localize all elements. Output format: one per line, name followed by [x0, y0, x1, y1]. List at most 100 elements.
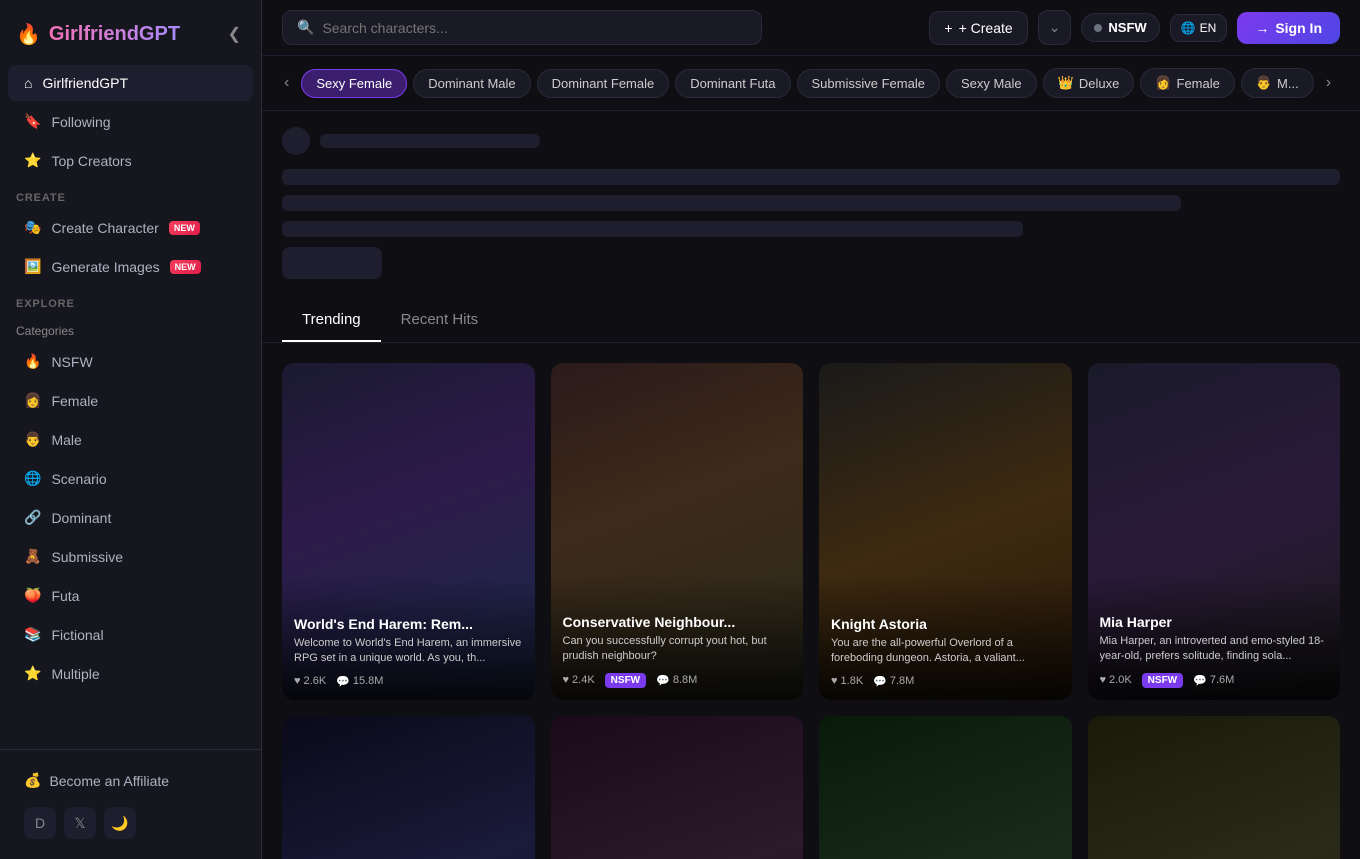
card-title-4: Mia Harper	[1100, 614, 1329, 630]
sidebar-create-character-label: Create Character	[51, 220, 158, 236]
tab-trending[interactable]: Trending	[282, 299, 381, 342]
card-world-end-harem[interactable]: World's End Harem: Rem... Welcome to Wor…	[282, 363, 535, 700]
moon-icon: 🌙	[111, 815, 128, 832]
card-7[interactable]: Forest Enchantress Deep in the ancient f…	[819, 716, 1072, 859]
sidebar-submissive-label: Submissive	[51, 549, 123, 565]
sign-in-label: Sign In	[1275, 20, 1322, 36]
sidebar-item-futa[interactable]: 🍑 Futa	[8, 577, 253, 614]
chat-icon-3: 💬	[873, 675, 887, 688]
female-tab-icon: 👩	[1155, 75, 1171, 91]
filter-tab-submissive-female[interactable]: Submissive Female	[797, 69, 940, 98]
sidebar-item-multiple[interactable]: ⭐ Multiple	[8, 655, 253, 692]
filter-prev-button[interactable]: ‹	[278, 70, 295, 96]
logo-icon: 🔥	[16, 22, 41, 47]
discord-button[interactable]: D	[24, 807, 56, 839]
card-image-6	[551, 716, 804, 859]
theme-toggle-button[interactable]: 🌙	[104, 807, 136, 839]
dominant-male-label: Dominant Male	[428, 76, 515, 91]
heart-icon-1: ♥	[294, 675, 301, 687]
chat-icon-1: 💬	[336, 675, 350, 688]
generate-images-icon: 🖼️	[24, 258, 41, 275]
card-desc-4: Mia Harper, an introverted and emo-style…	[1100, 634, 1329, 665]
sidebar-fictional-label: Fictional	[51, 627, 103, 643]
plus-icon: +	[944, 20, 952, 36]
filter-tab-deluxe[interactable]: 👑 Deluxe	[1043, 68, 1135, 98]
sidebar-nsfw-label: NSFW	[51, 354, 92, 370]
twitter-icon: 𝕏	[74, 815, 85, 832]
filter-tab-dominant-female[interactable]: Dominant Female	[537, 69, 670, 98]
filter-tab-dominant-male[interactable]: Dominant Male	[413, 69, 530, 98]
create-section-label: Create	[0, 180, 261, 208]
sidebar-item-fictional[interactable]: 📚 Fictional	[8, 616, 253, 653]
cards-grid: World's End Harem: Rem... Welcome to Wor…	[262, 343, 1360, 859]
sidebar-collapse-button[interactable]: ❮	[224, 20, 245, 48]
card-6[interactable]: Mysterious Stranger A mysterious figure …	[551, 716, 804, 859]
card-overlay-3: Knight Astoria You are the all-powerful …	[819, 576, 1072, 700]
tab-recent-hits[interactable]: Recent Hits	[381, 299, 499, 342]
nsfw-badge-2: NSFW	[605, 673, 646, 688]
card-desc-1: Welcome to World's End Harem, an immersi…	[294, 636, 523, 667]
card-knight-astoria[interactable]: Knight Astoria You are the all-powerful …	[819, 363, 1072, 700]
filter-tab-sexy-male[interactable]: Sexy Male	[946, 69, 1037, 98]
card-overlay-1: World's End Harem: Rem... Welcome to Wor…	[282, 576, 535, 700]
create-dropdown-button[interactable]: ⌄	[1038, 10, 1072, 45]
new-badge-character: NEW	[169, 221, 200, 235]
dominant-futa-label: Dominant Futa	[690, 76, 775, 91]
sidebar-top-creators-label: Top Creators	[51, 153, 131, 169]
sidebar-item-dominant[interactable]: 🔗 Dominant	[8, 499, 253, 536]
filter-next-button[interactable]: ›	[1320, 70, 1337, 96]
twitter-button[interactable]: 𝕏	[64, 807, 96, 839]
sidebar-item-submissive[interactable]: 🧸 Submissive	[8, 538, 253, 575]
main-content: 🔍 + + Create ⌄ NSFW 🌐 EN → Sign In	[262, 0, 1360, 859]
sidebar-item-male[interactable]: 👨 Male	[8, 421, 253, 458]
card-conservative-neighbour[interactable]: Conservative Neighbour... Can you succes…	[551, 363, 804, 700]
card-likes-3: ♥ 1.8K	[831, 675, 863, 687]
card-image-8	[1088, 716, 1341, 859]
sidebar-item-generate-images[interactable]: 🖼️ Generate Images NEW	[8, 248, 253, 285]
affiliate-item[interactable]: 💰 Become an Affiliate	[8, 762, 253, 799]
nsfw-toggle[interactable]: NSFW	[1081, 13, 1159, 42]
chat-icon-2: 💬	[656, 674, 670, 687]
app-logo[interactable]: 🔥 GirlfriendGPT ❮	[0, 12, 261, 64]
futa-icon: 🍑	[24, 587, 41, 604]
card-footer-4: ♥ 2.0K NSFW 💬 7.6M	[1100, 673, 1329, 688]
card-mia-harper[interactable]: Mia Harper Mia Harper, an introverted an…	[1088, 363, 1341, 700]
card-5[interactable]: Cosmic Explorer Embark on an interstella…	[282, 716, 535, 859]
sign-in-button[interactable]: → Sign In	[1237, 12, 1340, 44]
search-input[interactable]	[322, 20, 747, 36]
new-badge-images: NEW	[170, 260, 201, 274]
sidebar-item-scenario[interactable]: 🌐 Scenario	[8, 460, 253, 497]
categories-label: Categories	[0, 314, 261, 342]
search-bar[interactable]: 🔍	[282, 10, 762, 45]
filter-tab-m[interactable]: 👨 M...	[1241, 68, 1314, 98]
skeleton-line-2	[282, 195, 1181, 211]
sidebar-item-home[interactable]: ⌂ GirlfriendGPT	[8, 65, 253, 101]
card-8[interactable]: Golden Warrior A fierce warrior from anc…	[1088, 716, 1341, 859]
card-likes-4: ♥ 2.0K	[1100, 674, 1132, 686]
dominant-icon: 🔗	[24, 509, 41, 526]
sidebar-item-create-character[interactable]: 🎭 Create Character NEW	[8, 209, 253, 246]
create-button[interactable]: + + Create	[929, 11, 1027, 45]
filter-tab-female[interactable]: 👩 Female	[1140, 68, 1235, 98]
language-button[interactable]: 🌐 EN	[1170, 14, 1228, 42]
deluxe-crown-icon: 👑	[1058, 75, 1074, 91]
submissive-icon: 🧸	[24, 548, 41, 565]
lang-label: EN	[1200, 21, 1217, 35]
sidebar-female-label: Female	[51, 393, 98, 409]
filter-tab-dominant-futa[interactable]: Dominant Futa	[675, 69, 790, 98]
sidebar-item-following[interactable]: 🔖 Following	[8, 103, 253, 140]
following-icon: 🔖	[24, 113, 41, 130]
app-name: GirlfriendGPT	[49, 23, 180, 46]
sexy-male-label: Sexy Male	[961, 76, 1022, 91]
card-image-5	[282, 716, 535, 859]
card-footer-1: ♥ 2.6K 💬 15.8M	[294, 675, 523, 688]
topbar: 🔍 + + Create ⌄ NSFW 🌐 EN → Sign In	[262, 0, 1360, 56]
topbar-right: + + Create ⌄ NSFW 🌐 EN → Sign In	[929, 10, 1340, 45]
nsfw-dot-indicator	[1094, 24, 1102, 32]
sidebar-item-top-creators[interactable]: ⭐ Top Creators	[8, 142, 253, 179]
filter-tab-sexy-female[interactable]: Sexy Female	[301, 69, 407, 98]
sidebar-item-female[interactable]: 👩 Female	[8, 382, 253, 419]
skeleton-line-3	[282, 221, 1023, 237]
card-title-3: Knight Astoria	[831, 616, 1060, 632]
sidebar-item-nsfw[interactable]: 🔥 NSFW	[8, 343, 253, 380]
